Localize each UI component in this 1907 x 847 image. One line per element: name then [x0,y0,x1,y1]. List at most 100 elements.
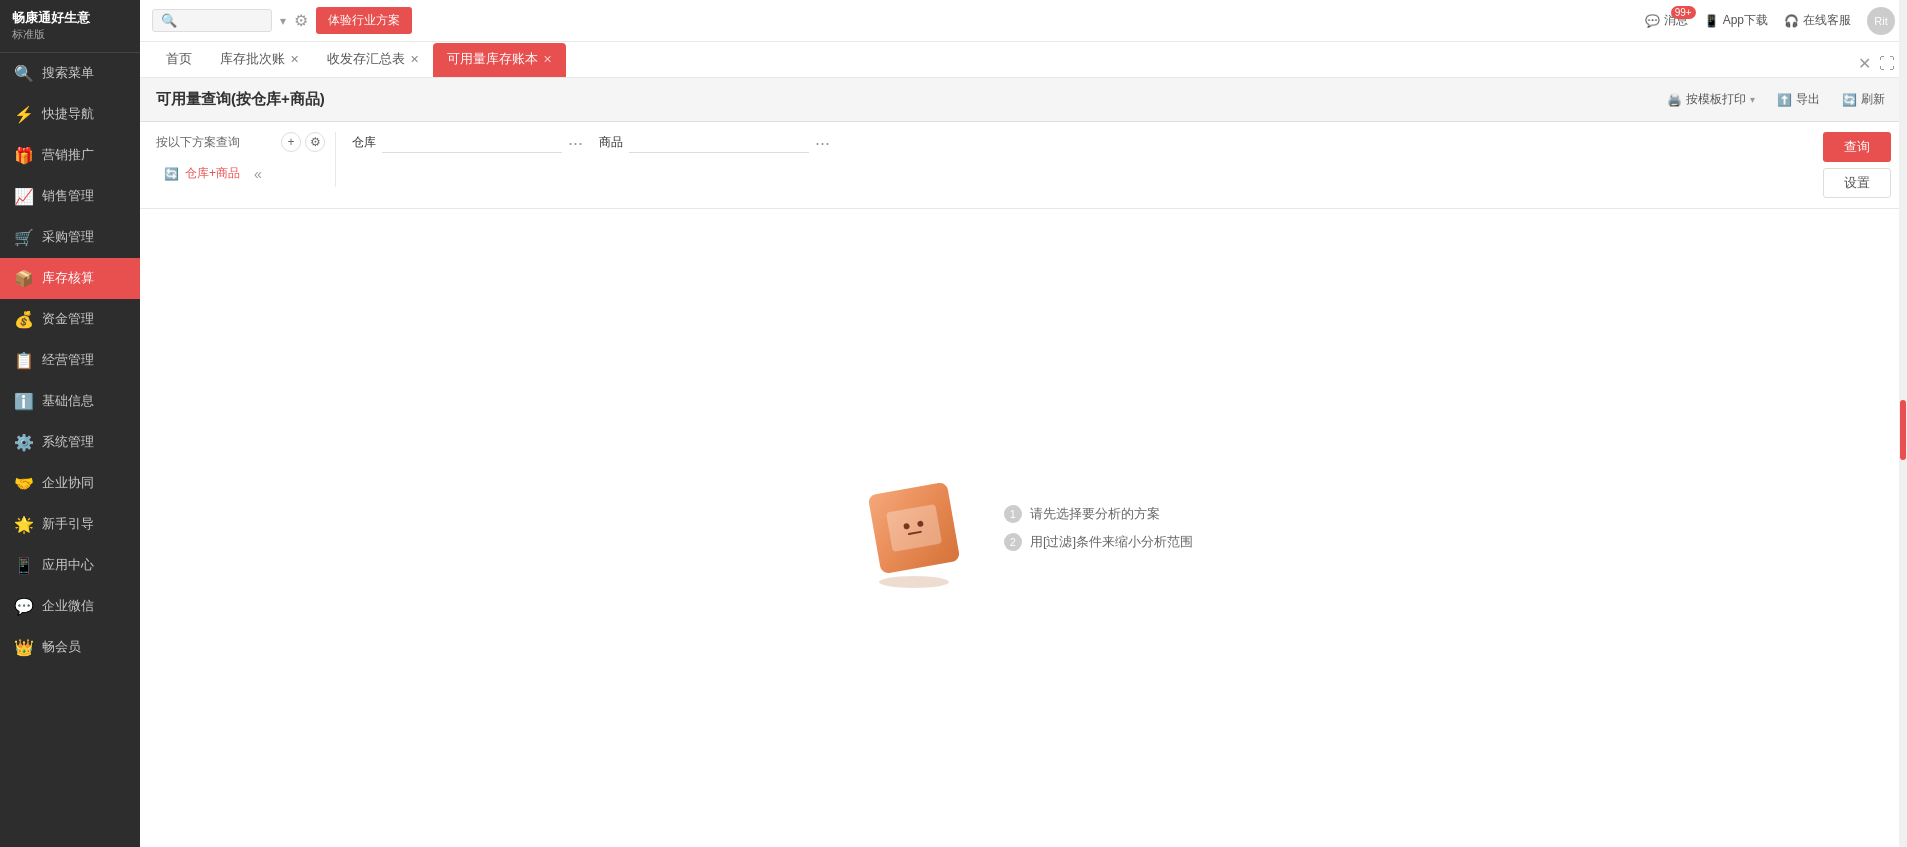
warehouse-more-icon[interactable]: ··· [568,134,583,152]
scheme-collapse-icon[interactable]: « [248,166,268,182]
filter-buttons: 查询 设置 [1811,132,1891,198]
edit-scheme-btn[interactable]: ⚙ [305,132,325,152]
sidebar-label-enterprise-wechat: 企业微信 [42,597,94,615]
refresh-btn[interactable]: 🔄 刷新 [1836,88,1891,111]
message-btn[interactable]: 💬 消息 99+ [1645,12,1688,29]
avatar: Rit [1867,7,1895,35]
box-eye-left [903,523,910,530]
tab-batch-ledger[interactable]: 库存批次账 ✕ [206,43,313,77]
box-eyes [903,520,924,529]
tab-label-available-ledger: 可用量库存账本 [447,50,538,68]
sidebar-icon-purchase-mgmt: 🛒 [14,228,34,247]
refresh-icon: 🔄 [1842,93,1857,107]
window-buttons: ✕ ⛶ [1858,54,1895,77]
sidebar-item-marketing-promo[interactable]: 🎁营销推广 [0,135,140,176]
tab-label-batch-ledger: 库存批次账 [220,50,285,68]
user-initial: Rit [1874,15,1887,27]
tip-text: 请先选择要分析的方案 [1030,505,1160,523]
headset-icon: 🎧 [1784,14,1799,28]
sidebar-item-vip-member[interactable]: 👑畅会员 [0,627,140,668]
scheme-title: 按以下方案查询 [156,134,240,151]
sidebar-item-new-guide[interactable]: 🌟新手引导 [0,504,140,545]
search-icon: 🔍 [161,13,177,28]
sidebar-icon-app-center: 📱 [14,556,34,575]
tab-receipt-summary[interactable]: 收发存汇总表 ✕ [313,43,433,77]
scheme-item-warehouse-goods[interactable]: 🔄 仓库+商品 [156,160,248,187]
warehouse-label: 仓库 [352,134,376,151]
sidebar-item-sales-mgmt[interactable]: 📈销售管理 [0,176,140,217]
industry-btn[interactable]: 体验行业方案 [316,7,412,34]
tab-close-available-ledger[interactable]: ✕ [543,53,552,66]
goods-input[interactable] [629,132,809,153]
topbar-gear-icon[interactable]: ⚙ [294,11,308,30]
sidebar-item-enterprise-wechat[interactable]: 💬企业微信 [0,586,140,627]
refresh-label: 刷新 [1861,91,1885,108]
sidebar-header: 畅康通好生意 标准版 [0,0,140,53]
sidebar-icon-operations-mgmt: 📋 [14,351,34,370]
main-area: 🔍 ▾ ⚙ 体验行业方案 💬 消息 99+ 📱 App下载 🎧 在线客服 R [140,0,1907,847]
sidebar-label-enterprise-collab: 企业协同 [42,474,94,492]
scheme-actions: + ⚙ [281,132,325,152]
sidebar-item-operations-mgmt[interactable]: 📋经营管理 [0,340,140,381]
export-btn[interactable]: ⬆️ 导出 [1771,88,1826,111]
tab-close-batch-ledger[interactable]: ✕ [290,53,299,66]
tab-label-receipt-summary: 收发存汇总表 [327,50,405,68]
search-box[interactable]: 🔍 [152,9,272,32]
tip-number: 1 [1004,505,1022,523]
export-icon: ⬆️ [1777,93,1792,107]
sidebar-item-fund-mgmt[interactable]: 💰资金管理 [0,299,140,340]
empty-box-icon [868,482,961,575]
tab-label-home: 首页 [166,50,192,68]
empty-tip: 2用[过滤]条件来缩小分析范围 [1004,533,1193,551]
empty-illustration [854,468,974,588]
goods-field: 商品 ··· [599,132,830,153]
sidebar-label-search: 搜索菜单 [42,64,94,82]
sidebar-label-purchase-mgmt: 采购管理 [42,228,94,246]
settings-button[interactable]: 设置 [1823,168,1891,198]
close-window-btn[interactable]: ✕ [1858,54,1871,73]
scheme-header: 按以下方案查询 + ⚙ [156,132,325,152]
sidebar-item-inventory-calc[interactable]: 📦库存核算 [0,258,140,299]
search-chevron-icon[interactable]: ▾ [280,14,286,28]
box-eye-right [917,520,924,527]
print-chevron-icon: ▾ [1750,94,1755,105]
filter-fields: 仓库 ··· 商品 ··· [336,132,1811,153]
sidebar-item-basic-info[interactable]: ℹ️基础信息 [0,381,140,422]
sidebar-label-basic-info: 基础信息 [42,392,94,410]
add-scheme-btn[interactable]: + [281,132,301,152]
warehouse-input[interactable] [382,132,562,153]
sidebar-icon-fund-mgmt: 💰 [14,310,34,329]
maximize-window-btn[interactable]: ⛶ [1879,55,1895,73]
tip-number: 2 [1004,533,1022,551]
sidebar-label-sales-mgmt: 销售管理 [42,187,94,205]
empty-tips: 1 请先选择要分析的方案 2用[过滤]条件来缩小分析范围 [1004,505,1193,551]
box-mouth [908,531,922,535]
right-scrollbar[interactable] [1899,0,1907,847]
sidebar-item-enterprise-collab[interactable]: 🤝企业协同 [0,463,140,504]
sidebar-item-shortcut[interactable]: ⚡快捷导航 [0,94,140,135]
goods-more-icon[interactable]: ··· [815,134,830,152]
sidebar: 畅康通好生意 标准版 🔍搜索菜单⚡快捷导航🎁营销推广📈销售管理 🛒 采购管理 📦库存核… [0,0,140,847]
print-btn[interactable]: 🖨️ 按模板打印 ▾ [1661,88,1761,111]
filter-area: 按以下方案查询 + ⚙ 🔄 仓库+商品 « 仓库 [140,122,1907,209]
customer-service-btn[interactable]: 🎧 在线客服 [1784,12,1851,29]
scheme-icon: 🔄 [164,167,179,181]
tab-available-ledger[interactable]: 可用量库存账本 ✕ [433,43,566,77]
tab-home[interactable]: 首页 [152,43,206,77]
app-download-btn[interactable]: 📱 App下载 [1704,12,1768,29]
sidebar-item-search[interactable]: 🔍搜索菜单 [0,53,140,94]
message-badge: 99+ [1671,6,1696,19]
sidebar-item-system-mgmt[interactable]: ⚙️系统管理 [0,422,140,463]
sidebar-item-app-center[interactable]: 📱应用中心 [0,545,140,586]
empty-shadow [879,576,949,588]
sidebar-item-purchase-mgmt[interactable]: 🛒 采购管理 [0,217,140,258]
sidebar-label-shortcut: 快捷导航 [42,105,94,123]
sidebar-icon-marketing-promo: 🎁 [14,146,34,165]
user-avatar[interactable]: Rit [1867,7,1895,35]
query-button[interactable]: 查询 [1823,132,1891,162]
app-download-icon: 📱 [1704,14,1719,28]
search-input[interactable] [181,14,261,28]
scrollbar-thumb [1900,400,1906,460]
tabbar: 首页 库存批次账 ✕ 收发存汇总表 ✕ 可用量库存账本 ✕ ✕ ⛶ [140,42,1907,78]
tab-close-receipt-summary[interactable]: ✕ [410,53,419,66]
